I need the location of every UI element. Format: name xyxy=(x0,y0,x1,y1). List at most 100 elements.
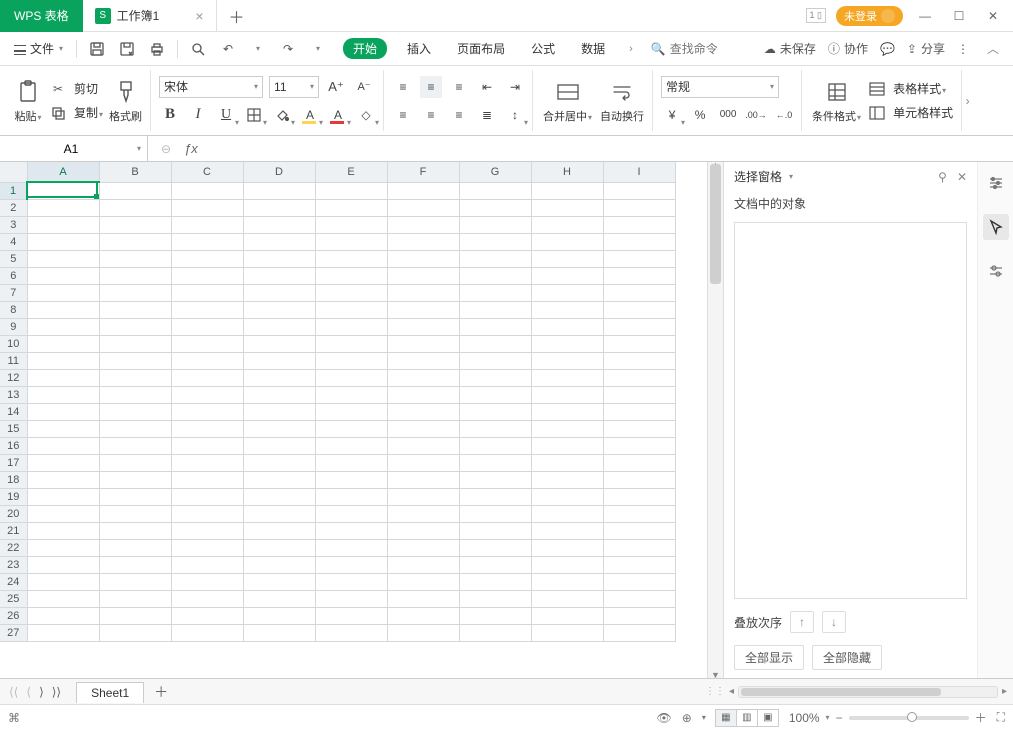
cell[interactable] xyxy=(387,182,459,199)
cell[interactable] xyxy=(387,386,459,403)
pin-icon[interactable]: ⚲ xyxy=(938,170,947,184)
cell[interactable] xyxy=(459,284,531,301)
cell[interactable] xyxy=(243,233,315,250)
cell[interactable] xyxy=(603,216,675,233)
cell[interactable] xyxy=(387,199,459,216)
cell[interactable] xyxy=(531,539,603,556)
cell[interactable] xyxy=(603,454,675,471)
cell[interactable] xyxy=(243,607,315,624)
row-header[interactable]: 20 xyxy=(0,505,27,522)
currency-button[interactable]: ¥▾ xyxy=(661,104,683,126)
bold-button[interactable]: B xyxy=(159,104,181,126)
row-header[interactable]: 26 xyxy=(0,607,27,624)
cell[interactable] xyxy=(531,369,603,386)
row-header[interactable]: 12 xyxy=(0,369,27,386)
cell[interactable] xyxy=(603,522,675,539)
cell[interactable] xyxy=(27,420,99,437)
column-header[interactable]: B xyxy=(99,162,171,182)
cell[interactable] xyxy=(171,607,243,624)
align-bottom-icon[interactable]: ≡ xyxy=(448,76,470,98)
more-icon[interactable]: ⋮ xyxy=(957,42,969,56)
row-header[interactable]: 15 xyxy=(0,420,27,437)
cell[interactable] xyxy=(315,284,387,301)
cell[interactable] xyxy=(603,369,675,386)
bring-forward-button[interactable]: ↑ xyxy=(790,611,814,633)
cell[interactable] xyxy=(459,199,531,216)
cell[interactable] xyxy=(531,454,603,471)
hide-all-button[interactable]: 全部隐藏 xyxy=(812,645,882,670)
cell[interactable] xyxy=(171,352,243,369)
cell[interactable] xyxy=(99,437,171,454)
zoom-in-button[interactable]: ＋ xyxy=(975,709,987,726)
cell[interactable] xyxy=(27,199,99,216)
row-header[interactable]: 8 xyxy=(0,301,27,318)
cell[interactable] xyxy=(603,420,675,437)
cell[interactable] xyxy=(99,624,171,641)
cell[interactable] xyxy=(531,199,603,216)
cell[interactable] xyxy=(387,437,459,454)
cell[interactable] xyxy=(459,250,531,267)
cell[interactable] xyxy=(27,590,99,607)
cell[interactable] xyxy=(531,471,603,488)
tab-page-layout[interactable]: 页面布局 xyxy=(451,37,511,60)
cell[interactable] xyxy=(315,454,387,471)
minimize-button[interactable]: — xyxy=(913,4,937,28)
column-header[interactable]: I xyxy=(603,162,675,182)
row-header[interactable]: 17 xyxy=(0,454,27,471)
vertical-scrollbar[interactable]: ▲ ▼ xyxy=(707,162,723,678)
cell[interactable] xyxy=(459,505,531,522)
cell[interactable] xyxy=(27,352,99,369)
cell[interactable] xyxy=(243,420,315,437)
formula-input[interactable] xyxy=(206,139,1005,159)
cell[interactable] xyxy=(171,216,243,233)
save-icon[interactable] xyxy=(84,36,110,62)
cell[interactable] xyxy=(27,284,99,301)
cell[interactable] xyxy=(531,607,603,624)
row-header[interactable]: 13 xyxy=(0,386,27,403)
cell[interactable] xyxy=(387,471,459,488)
cell[interactable] xyxy=(387,420,459,437)
cell[interactable] xyxy=(387,590,459,607)
font-name-select[interactable]: 宋体▾ xyxy=(159,76,263,98)
copy-button[interactable]: 复制▾ xyxy=(48,103,103,123)
cell[interactable] xyxy=(99,318,171,335)
cell[interactable] xyxy=(315,267,387,284)
cell[interactable] xyxy=(531,505,603,522)
cell[interactable] xyxy=(99,199,171,216)
cell[interactable] xyxy=(171,556,243,573)
cell[interactable] xyxy=(171,539,243,556)
row-header[interactable]: 21 xyxy=(0,522,27,539)
document-tab[interactable]: S 工作簿1 × xyxy=(83,0,217,31)
cell[interactable] xyxy=(27,522,99,539)
cell[interactable] xyxy=(459,318,531,335)
cell[interactable] xyxy=(27,505,99,522)
decrease-decimal-button[interactable]: ←.0 xyxy=(773,104,795,126)
cell[interactable] xyxy=(243,352,315,369)
cell[interactable] xyxy=(531,250,603,267)
row-header[interactable]: 24 xyxy=(0,573,27,590)
cell[interactable] xyxy=(603,505,675,522)
cell[interactable] xyxy=(603,182,675,199)
row-header[interactable]: 2 xyxy=(0,199,27,216)
cell[interactable] xyxy=(387,556,459,573)
cell[interactable] xyxy=(27,369,99,386)
cell[interactable] xyxy=(99,505,171,522)
cell[interactable] xyxy=(171,199,243,216)
horizontal-scrollbar[interactable] xyxy=(738,686,998,698)
status-dropdown-icon[interactable]: ▾ xyxy=(702,713,706,722)
cell[interactable] xyxy=(531,590,603,607)
cell[interactable] xyxy=(459,437,531,454)
cell[interactable] xyxy=(171,454,243,471)
cell[interactable] xyxy=(531,386,603,403)
command-search[interactable]: 🔍 xyxy=(651,42,750,56)
cell[interactable] xyxy=(243,250,315,267)
zoom-dropdown-icon[interactable]: ▾ xyxy=(826,713,830,722)
cut-button[interactable]: ✂ 剪切 xyxy=(48,79,103,99)
cell[interactable] xyxy=(99,573,171,590)
cell[interactable] xyxy=(315,505,387,522)
print-icon[interactable] xyxy=(144,36,170,62)
row-header[interactable]: 1 xyxy=(0,182,27,199)
cell[interactable] xyxy=(99,182,171,199)
cell[interactable] xyxy=(603,250,675,267)
cell-reference-input[interactable] xyxy=(6,142,136,156)
